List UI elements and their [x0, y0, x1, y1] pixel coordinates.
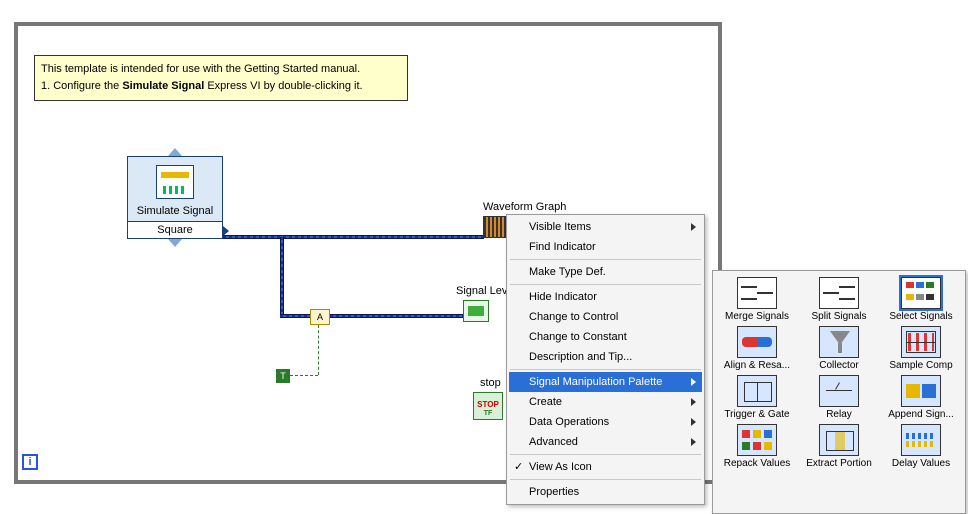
palette-item[interactable]: Trigger & Gate: [717, 375, 797, 422]
context-menu-separator: [510, 284, 701, 285]
boolean-true-constant[interactable]: T: [276, 369, 290, 383]
check-icon: ✓: [514, 460, 523, 473]
context-menu-item-label: Description and Tip...: [529, 351, 632, 363]
palette-item-label: Repack Values: [724, 458, 791, 469]
palette-item-label: Merge Signals: [725, 311, 789, 322]
context-menu-item[interactable]: Visible Items: [509, 217, 702, 237]
context-menu-item[interactable]: Change to Constant: [509, 327, 702, 347]
simulate-signal-output-square[interactable]: Square: [128, 221, 222, 238]
context-menu-separator: [510, 259, 701, 260]
submenu-arrow-icon: [691, 223, 696, 231]
palette-item-label: Sample Comp: [889, 360, 952, 371]
pi-sample-icon: [901, 326, 941, 358]
palette-item[interactable]: Append Sign...: [881, 375, 961, 422]
context-menu: Visible Items Find Indicator Make Type Def…: [506, 214, 705, 505]
signal-level-terminal[interactable]: [463, 300, 489, 322]
context-menu-separator: [510, 479, 701, 480]
submenu-arrow-icon: [691, 418, 696, 426]
context-menu-item[interactable]: Change to Control: [509, 307, 702, 327]
pi-relay-icon: [819, 375, 859, 407]
simulate-signal-body: Simulate Signal Square: [127, 156, 223, 239]
context-menu-separator: [510, 369, 701, 370]
palette-item[interactable]: Delay Values: [881, 424, 961, 471]
pi-merge-icon: [737, 277, 777, 309]
pi-funnel-icon: [819, 326, 859, 358]
and-node[interactable]: A: [310, 309, 330, 325]
palette-item-label: Trigger & Gate: [724, 409, 789, 420]
wire-and-to-siglevel[interactable]: [330, 314, 464, 318]
context-menu-item-label: Hide Indicator: [529, 291, 597, 303]
pi-select-icon: [901, 277, 941, 309]
pi-split-icon: [819, 277, 859, 309]
palette-item[interactable]: Collector: [799, 326, 879, 373]
context-menu-item[interactable]: ✓ View As Icon: [509, 457, 702, 477]
palette-item[interactable]: Repack Values: [717, 424, 797, 471]
stop-label: stop: [480, 377, 501, 389]
pi-append-icon: [901, 375, 941, 407]
context-menu-item-label: Change to Constant: [529, 331, 627, 343]
wire-bool-h[interactable]: [290, 375, 318, 376]
palette-item[interactable]: Align & Resa...: [717, 326, 797, 373]
context-menu-item-label: Advanced: [529, 436, 578, 448]
context-menu-item[interactable]: Data Operations: [509, 412, 702, 432]
signal-level-label: Signal Leve: [456, 285, 514, 297]
stop-terminal[interactable]: STOP TF: [473, 392, 503, 420]
context-menu-separator: [510, 454, 701, 455]
palette-item[interactable]: Merge Signals: [717, 277, 797, 324]
pi-delay-icon: [901, 424, 941, 456]
palette-item-label: Extract Portion: [806, 458, 872, 469]
signal-manipulation-palette: Merge Signals Split Signals Select Signals…: [712, 270, 966, 514]
simulate-signal-icon: [156, 165, 194, 199]
palette-item[interactable]: Extract Portion: [799, 424, 879, 471]
palette-item-label: Append Sign...: [888, 409, 954, 420]
wire-bool-v[interactable]: [318, 325, 319, 375]
simulate-signal-express-vi[interactable]: Simulate Signal Square: [127, 148, 223, 247]
palette-item-label: Collector: [819, 360, 858, 371]
expand-up-handle[interactable]: [168, 148, 182, 156]
wire-to-and[interactable]: [280, 314, 311, 318]
context-menu-item[interactable]: Hide Indicator: [509, 287, 702, 307]
context-menu-item-label: Visible Items: [529, 221, 591, 233]
wire-signal-main[interactable]: [223, 235, 484, 239]
palette-item[interactable]: Sample Comp: [881, 326, 961, 373]
palette-item[interactable]: Split Signals: [799, 277, 879, 324]
submenu-arrow-icon: [691, 398, 696, 406]
context-menu-item-label: Data Operations: [529, 416, 609, 428]
pi-repack-icon: [737, 424, 777, 456]
waveform-graph-label: Waveform Graph: [483, 201, 566, 213]
context-menu-item-label: Properties: [529, 486, 579, 498]
context-menu-item-label: Change to Control: [529, 311, 618, 323]
palette-item[interactable]: Select Signals: [881, 277, 961, 324]
iteration-terminal[interactable]: i: [22, 454, 38, 470]
pi-extract-icon: [819, 424, 859, 456]
palette-item[interactable]: Relay: [799, 375, 879, 422]
context-menu-item-label: Make Type Def.: [529, 266, 606, 278]
wire-signal-branch-v[interactable]: [280, 237, 284, 317]
palette-item-label: Select Signals: [889, 311, 952, 322]
simulate-signal-label: Simulate Signal: [128, 203, 222, 221]
context-menu-item[interactable]: Description and Tip...: [509, 347, 702, 367]
note-line-2: 1. Configure the Simulate Signal Express…: [41, 79, 401, 94]
context-menu-item[interactable]: Make Type Def.: [509, 262, 702, 282]
palette-item-label: Align & Resa...: [724, 360, 790, 371]
pi-trig-icon: [737, 375, 777, 407]
palette-item-label: Delay Values: [892, 458, 950, 469]
comment-note: This template is intended for use with t…: [34, 55, 408, 101]
context-menu-item[interactable]: Properties: [509, 482, 702, 502]
context-menu-item-label: Create: [529, 396, 562, 408]
palette-item-label: Split Signals: [811, 311, 866, 322]
pi-wave-icon: [737, 326, 777, 358]
expand-down-handle[interactable]: [168, 239, 182, 247]
context-menu-item[interactable]: Signal Manipulation Palette: [509, 372, 702, 392]
submenu-arrow-icon: [691, 438, 696, 446]
context-menu-item[interactable]: Create: [509, 392, 702, 412]
context-menu-item[interactable]: Find Indicator: [509, 237, 702, 257]
context-menu-item-label: Signal Manipulation Palette: [529, 376, 662, 388]
submenu-arrow-icon: [691, 378, 696, 386]
note-line-1: This template is intended for use with t…: [41, 62, 401, 77]
context-menu-item-label: View As Icon: [529, 461, 592, 473]
palette-item-label: Relay: [826, 409, 852, 420]
context-menu-item[interactable]: Advanced: [509, 432, 702, 452]
context-menu-item-label: Find Indicator: [529, 241, 596, 253]
